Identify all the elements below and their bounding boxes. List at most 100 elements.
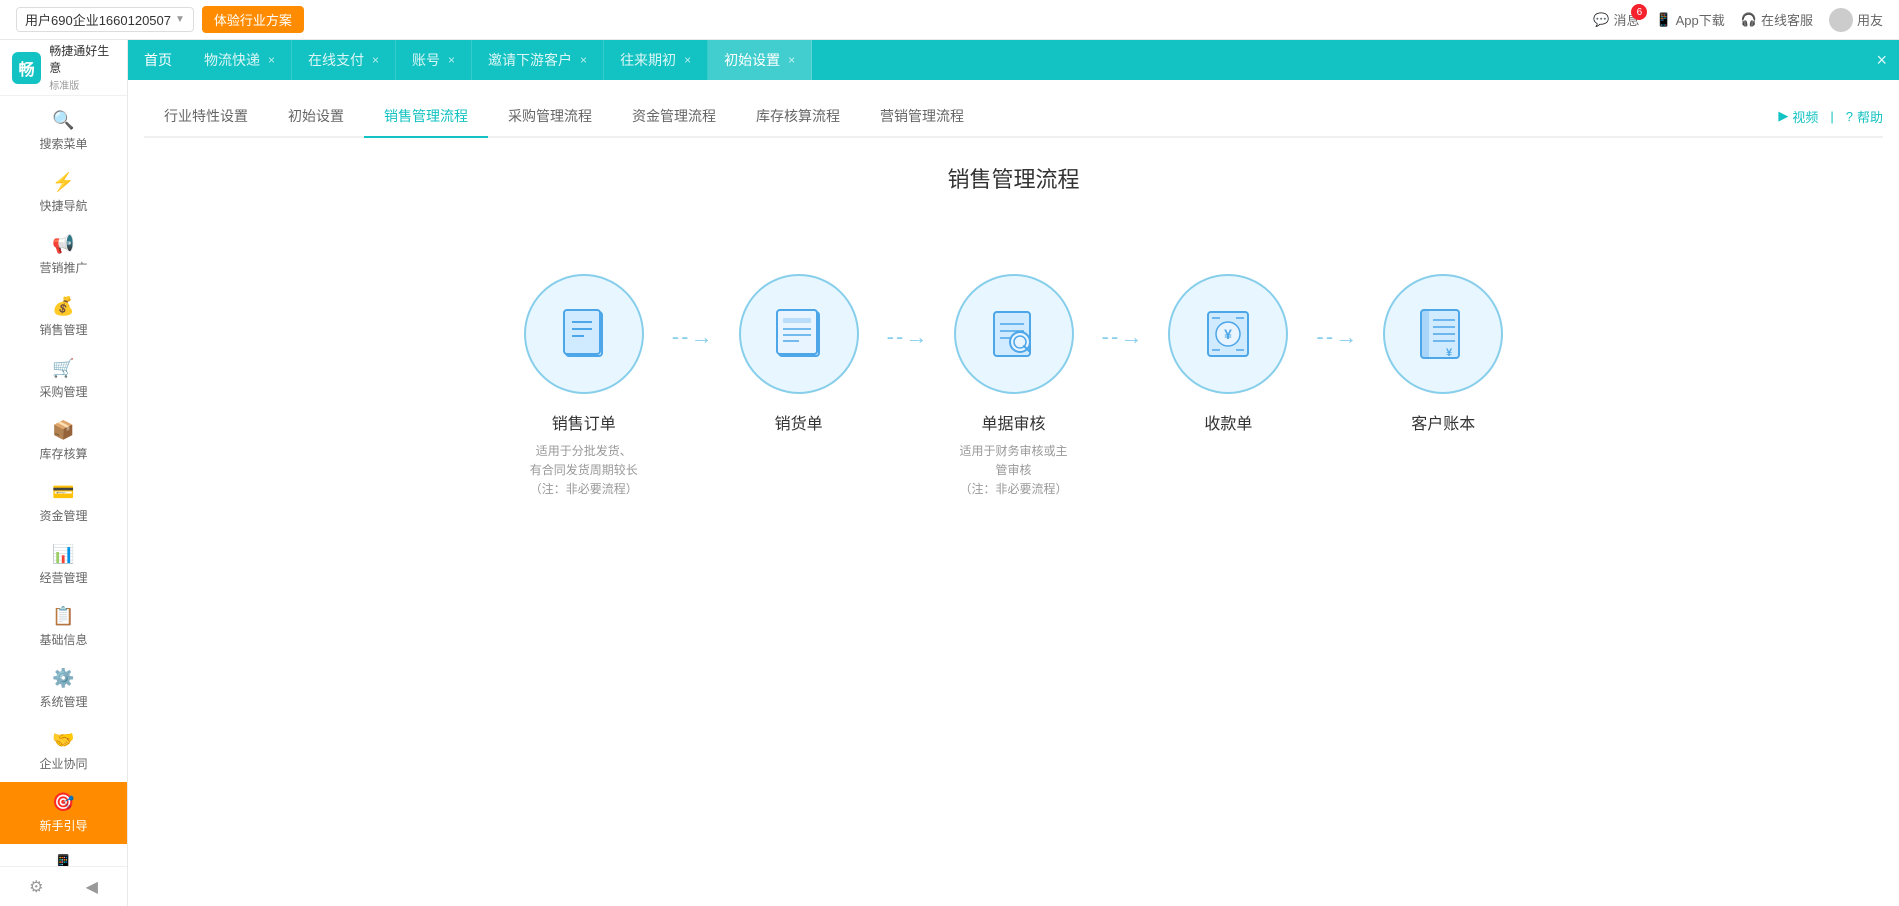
divider: | bbox=[1830, 109, 1833, 124]
sidebar-item-purchase[interactable]: 🛒 采购管理 bbox=[0, 348, 127, 410]
subtab-purchase-flow[interactable]: 采购管理流程 bbox=[488, 96, 612, 138]
sidebar-item-appcenter[interactable]: 📱 应用中心 bbox=[0, 844, 127, 866]
top-bar-left: 用户690企业1660120507 ▼ 体验行业方案 bbox=[16, 6, 304, 33]
trial-button[interactable]: 体验行业方案 bbox=[202, 6, 304, 33]
sidebar-item-sales[interactable]: 💰 销售管理 bbox=[0, 286, 127, 348]
subtab-marketing-flow-label: 营销管理流程 bbox=[880, 108, 964, 124]
flow-arrow-1: - - → bbox=[664, 324, 719, 350]
arrow-icon: - - → bbox=[1316, 324, 1355, 350]
sidebar-item-label: 采购管理 bbox=[39, 383, 87, 400]
video-label: 视频 bbox=[1792, 107, 1818, 126]
sidebar-item-label: 库存核算 bbox=[39, 445, 87, 462]
sidebar-item-collab[interactable]: 🤝 企业协同 bbox=[0, 720, 127, 782]
tab-payment[interactable]: 在线支付 × bbox=[292, 40, 396, 80]
sidebar-bottom: ⚙ ◀ bbox=[0, 866, 127, 906]
top-bar-right: 💬 消息 6 📱 App下载 🎧 在线客服 用友 bbox=[1593, 8, 1883, 32]
tab-invite[interactable]: 邀请下游客户 × bbox=[472, 40, 604, 80]
tab-logistics[interactable]: 物流快递 × bbox=[188, 40, 292, 80]
sidebar: 畅 畅捷通好生意 标准版 🔍 搜索菜单 ⚡ 快捷导航 📢 营销推广 💰 销售管理… bbox=[0, 0, 128, 906]
sidebar-item-quick[interactable]: ⚡ 快捷导航 bbox=[0, 162, 127, 224]
basic-icon: 📋 bbox=[52, 606, 74, 627]
sidebar-item-marketing[interactable]: 📢 营销推广 bbox=[0, 224, 127, 286]
user-selector[interactable]: 用户690企业1660120507 ▼ bbox=[16, 7, 194, 32]
online-service-button[interactable]: 🎧 在线客服 bbox=[1741, 10, 1813, 29]
sidebar-item-system[interactable]: ⚙️ 系统管理 bbox=[0, 658, 127, 720]
finance-icon: 💳 bbox=[52, 482, 74, 503]
sidebar-item-label: 营销推广 bbox=[39, 259, 87, 276]
settings-icon[interactable]: ⚙ bbox=[29, 877, 43, 897]
step-title-invoice: 销货单 bbox=[775, 410, 823, 434]
app-download-button[interactable]: 📱 App下载 bbox=[1655, 10, 1724, 29]
tab-period[interactable]: 往来期初 × bbox=[604, 40, 708, 80]
sidebar-item-label: 快捷导航 bbox=[39, 197, 87, 214]
tab-close-icon[interactable]: × bbox=[580, 53, 587, 67]
operations-icon: 📊 bbox=[52, 544, 74, 565]
sidebar-item-inventory[interactable]: 📦 库存核算 bbox=[0, 410, 127, 472]
video-icon: ▶ bbox=[1778, 108, 1788, 124]
sidebar-item-finance[interactable]: 💳 资金管理 bbox=[0, 472, 127, 534]
tab-close-icon[interactable]: × bbox=[684, 53, 691, 67]
flow-arrow-2: - - → bbox=[879, 324, 934, 350]
sidebar-item-label: 新手引导 bbox=[39, 817, 87, 834]
tab-invite-label: 邀请下游客户 bbox=[488, 50, 572, 70]
svg-text:¥: ¥ bbox=[1224, 326, 1232, 342]
subtab-sales-flow[interactable]: 销售管理流程 bbox=[364, 96, 488, 138]
tab-close-icon[interactable]: × bbox=[448, 53, 455, 67]
message-button[interactable]: 💬 消息 6 bbox=[1593, 10, 1639, 29]
sidebar-item-guide[interactable]: 🎯 新手引导 bbox=[0, 782, 127, 844]
logo-title: 畅捷通好生意 bbox=[49, 43, 115, 77]
sales-icon: 💰 bbox=[52, 296, 74, 317]
subtab-finance-flow[interactable]: 资金管理流程 bbox=[612, 96, 736, 138]
tab-init[interactable]: 初始设置 × bbox=[708, 40, 812, 80]
user-profile-button[interactable]: 用友 bbox=[1829, 8, 1883, 32]
arrow-icon: - - → bbox=[1102, 324, 1141, 350]
arrow-icon: - - → bbox=[887, 324, 926, 350]
sidebar-logo: 畅 畅捷通好生意 标准版 bbox=[0, 40, 127, 96]
top-bar: 用户690企业1660120507 ▼ 体验行业方案 💬 消息 6 📱 App下… bbox=[0, 0, 1899, 40]
tab-account-label: 账号 bbox=[412, 50, 440, 70]
flow-container: 销售订单 适用于分批发货、有合同发货周期较长（注：非必要流程） - - → bbox=[144, 254, 1883, 520]
subtab-actions: ▶ 视频 | ? 帮助 bbox=[1778, 107, 1883, 126]
close-all-button[interactable]: × bbox=[1864, 40, 1899, 80]
appcenter-icon: 📱 bbox=[52, 854, 74, 866]
sidebar-item-label: 销售管理 bbox=[39, 321, 87, 338]
subtab-init[interactable]: 初始设置 bbox=[268, 96, 364, 138]
flow-circle-approval bbox=[954, 274, 1074, 394]
sidebar-item-label: 系统管理 bbox=[39, 693, 87, 710]
step-title-receipt: 收款单 bbox=[1204, 410, 1252, 434]
close-all-icon: × bbox=[1876, 50, 1887, 71]
service-label: 在线客服 bbox=[1761, 10, 1813, 29]
svg-text:¥: ¥ bbox=[1446, 347, 1453, 359]
page-title: 销售管理流程 bbox=[144, 162, 1883, 194]
subtab-purchase-flow-label: 采购管理流程 bbox=[508, 108, 592, 124]
subtab-industry[interactable]: 行业特性设置 bbox=[144, 96, 268, 138]
help-link[interactable]: ? 帮助 bbox=[1846, 107, 1883, 126]
tab-home[interactable]: 首页 bbox=[128, 40, 188, 80]
tab-close-icon[interactable]: × bbox=[788, 53, 795, 67]
subtab-marketing-flow[interactable]: 营销管理流程 bbox=[860, 96, 984, 138]
quick-icon: ⚡ bbox=[52, 172, 74, 193]
sidebar-item-operations[interactable]: 📊 经营管理 bbox=[0, 534, 127, 596]
sidebar-item-basic[interactable]: 📋 基础信息 bbox=[0, 596, 127, 658]
collab-icon: 🤝 bbox=[52, 730, 74, 751]
app-label: App下载 bbox=[1676, 10, 1725, 29]
step-desc-sales-order: 适用于分批发货、有合同发货周期较长（注：非必要流程） bbox=[530, 442, 638, 500]
tab-init-label: 初始设置 bbox=[724, 50, 780, 70]
logo-icon: 畅 bbox=[12, 52, 41, 84]
tab-close-icon[interactable]: × bbox=[372, 53, 379, 67]
chevron-down-icon: ▼ bbox=[175, 14, 185, 25]
sidebar-item-label: 经营管理 bbox=[39, 569, 87, 586]
flow-step-invoice: 销货单 bbox=[719, 274, 879, 442]
subtab-inventory-flow[interactable]: 库存核算流程 bbox=[736, 96, 860, 138]
sidebar-nav: 🔍 搜索菜单 ⚡ 快捷导航 📢 营销推广 💰 销售管理 🛒 采购管理 📦 库存核… bbox=[0, 96, 127, 866]
subtab-sales-flow-label: 销售管理流程 bbox=[384, 108, 468, 124]
collapse-icon[interactable]: ◀ bbox=[86, 877, 98, 897]
subtab-inventory-flow-label: 库存核算流程 bbox=[756, 108, 840, 124]
tab-account[interactable]: 账号 × bbox=[396, 40, 472, 80]
tab-close-icon[interactable]: × bbox=[268, 53, 275, 67]
step-title-sales-order: 销售订单 bbox=[552, 410, 616, 434]
step-title-ledger: 客户账本 bbox=[1411, 410, 1475, 434]
sidebar-item-search[interactable]: 🔍 搜索菜单 bbox=[0, 100, 127, 162]
flow-arrow-3: - - → bbox=[1094, 324, 1149, 350]
video-link[interactable]: ▶ 视频 bbox=[1778, 107, 1818, 126]
